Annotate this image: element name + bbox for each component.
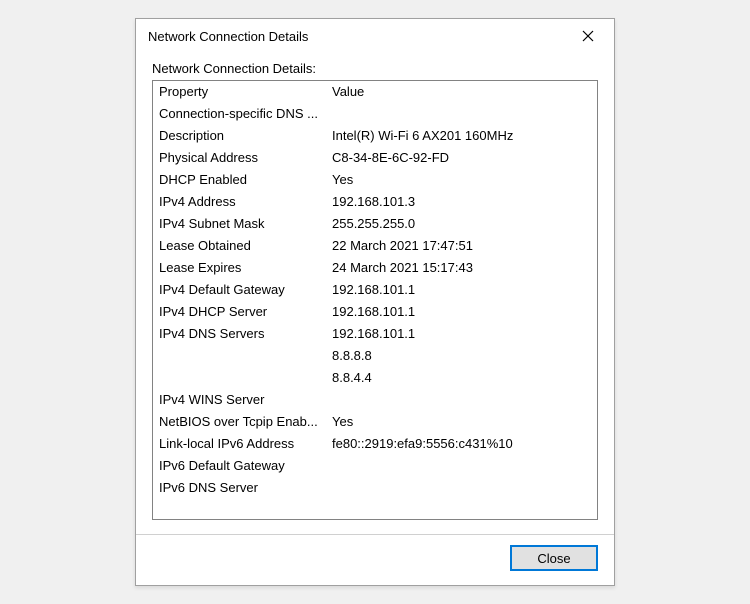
property-value [328,455,597,477]
list-item[interactable]: IPv6 Default Gateway [153,455,597,477]
property-value: 24 March 2021 15:17:43 [328,257,597,279]
property-value: 192.168.101.3 [328,191,597,213]
network-details-dialog: Network Connection Details Network Conne… [135,18,615,586]
list-item[interactable]: Link-local IPv6 Addressfe80::2919:efa9:5… [153,433,597,455]
property-value: 255.255.255.0 [328,213,597,235]
property-label: IPv4 Address [153,191,328,213]
titlebar: Network Connection Details [136,19,614,53]
list-item[interactable]: Lease Obtained22 March 2021 17:47:51 [153,235,597,257]
property-value: Yes [328,169,597,191]
header-value: Value [328,81,597,103]
property-label: IPv4 Default Gateway [153,279,328,301]
property-value: C8-34-8E-6C-92-FD [328,147,597,169]
header-property: Property [153,81,328,103]
dialog-footer: Close [136,534,614,585]
list-item[interactable]: IPv4 Default Gateway192.168.101.1 [153,279,597,301]
list-item[interactable]: NetBIOS over Tcpip Enab...Yes [153,411,597,433]
property-label: Link-local IPv6 Address [153,433,328,455]
x-icon [582,30,594,42]
property-label: IPv6 Default Gateway [153,455,328,477]
rows-container: Connection-specific DNS ...DescriptionIn… [153,103,597,499]
property-value: Yes [328,411,597,433]
property-value [328,389,597,411]
property-value [328,477,597,499]
property-label: Physical Address [153,147,328,169]
list-item[interactable]: Connection-specific DNS ... [153,103,597,125]
property-value: 8.8.8.8 [328,345,597,367]
property-value: 8.8.4.4 [328,367,597,389]
close-button[interactable]: Close [510,545,598,571]
list-item[interactable]: IPv4 Subnet Mask255.255.255.0 [153,213,597,235]
property-value: 192.168.101.1 [328,301,597,323]
dialog-title: Network Connection Details [148,29,308,44]
list-item[interactable]: IPv4 WINS Server [153,389,597,411]
property-label [153,345,328,367]
property-label: IPv4 DHCP Server [153,301,328,323]
property-value: fe80::2919:efa9:5556:c431%10 [328,433,597,455]
list-item[interactable]: IPv4 Address192.168.101.3 [153,191,597,213]
property-label: DHCP Enabled [153,169,328,191]
property-label: NetBIOS over Tcpip Enab... [153,411,328,433]
list-item[interactable]: IPv6 DNS Server [153,477,597,499]
close-icon[interactable] [568,22,608,50]
list-item[interactable]: IPv4 DNS Servers192.168.101.1 [153,323,597,345]
property-label: Connection-specific DNS ... [153,103,328,125]
property-label [153,367,328,389]
list-header: Property Value [153,81,597,103]
details-list[interactable]: Property Value Connection-specific DNS .… [152,80,598,520]
property-label: IPv4 Subnet Mask [153,213,328,235]
list-item[interactable]: Lease Expires24 March 2021 15:17:43 [153,257,597,279]
property-label: IPv4 WINS Server [153,389,328,411]
property-value: 22 March 2021 17:47:51 [328,235,597,257]
property-value: 192.168.101.1 [328,279,597,301]
property-value: Intel(R) Wi-Fi 6 AX201 160MHz [328,125,597,147]
list-item[interactable]: DHCP EnabledYes [153,169,597,191]
list-item[interactable]: 8.8.8.8 [153,345,597,367]
list-item[interactable]: DescriptionIntel(R) Wi-Fi 6 AX201 160MHz [153,125,597,147]
property-label: IPv4 DNS Servers [153,323,328,345]
property-label: Lease Expires [153,257,328,279]
list-item[interactable]: Physical AddressC8-34-8E-6C-92-FD [153,147,597,169]
list-item[interactable]: IPv4 DHCP Server192.168.101.1 [153,301,597,323]
property-label: IPv6 DNS Server [153,477,328,499]
property-value: 192.168.101.1 [328,323,597,345]
property-label: Description [153,125,328,147]
list-item[interactable]: 8.8.4.4 [153,367,597,389]
property-value [328,103,597,125]
dialog-body: Network Connection Details: Property Val… [136,53,614,534]
section-label: Network Connection Details: [152,61,598,76]
property-label: Lease Obtained [153,235,328,257]
